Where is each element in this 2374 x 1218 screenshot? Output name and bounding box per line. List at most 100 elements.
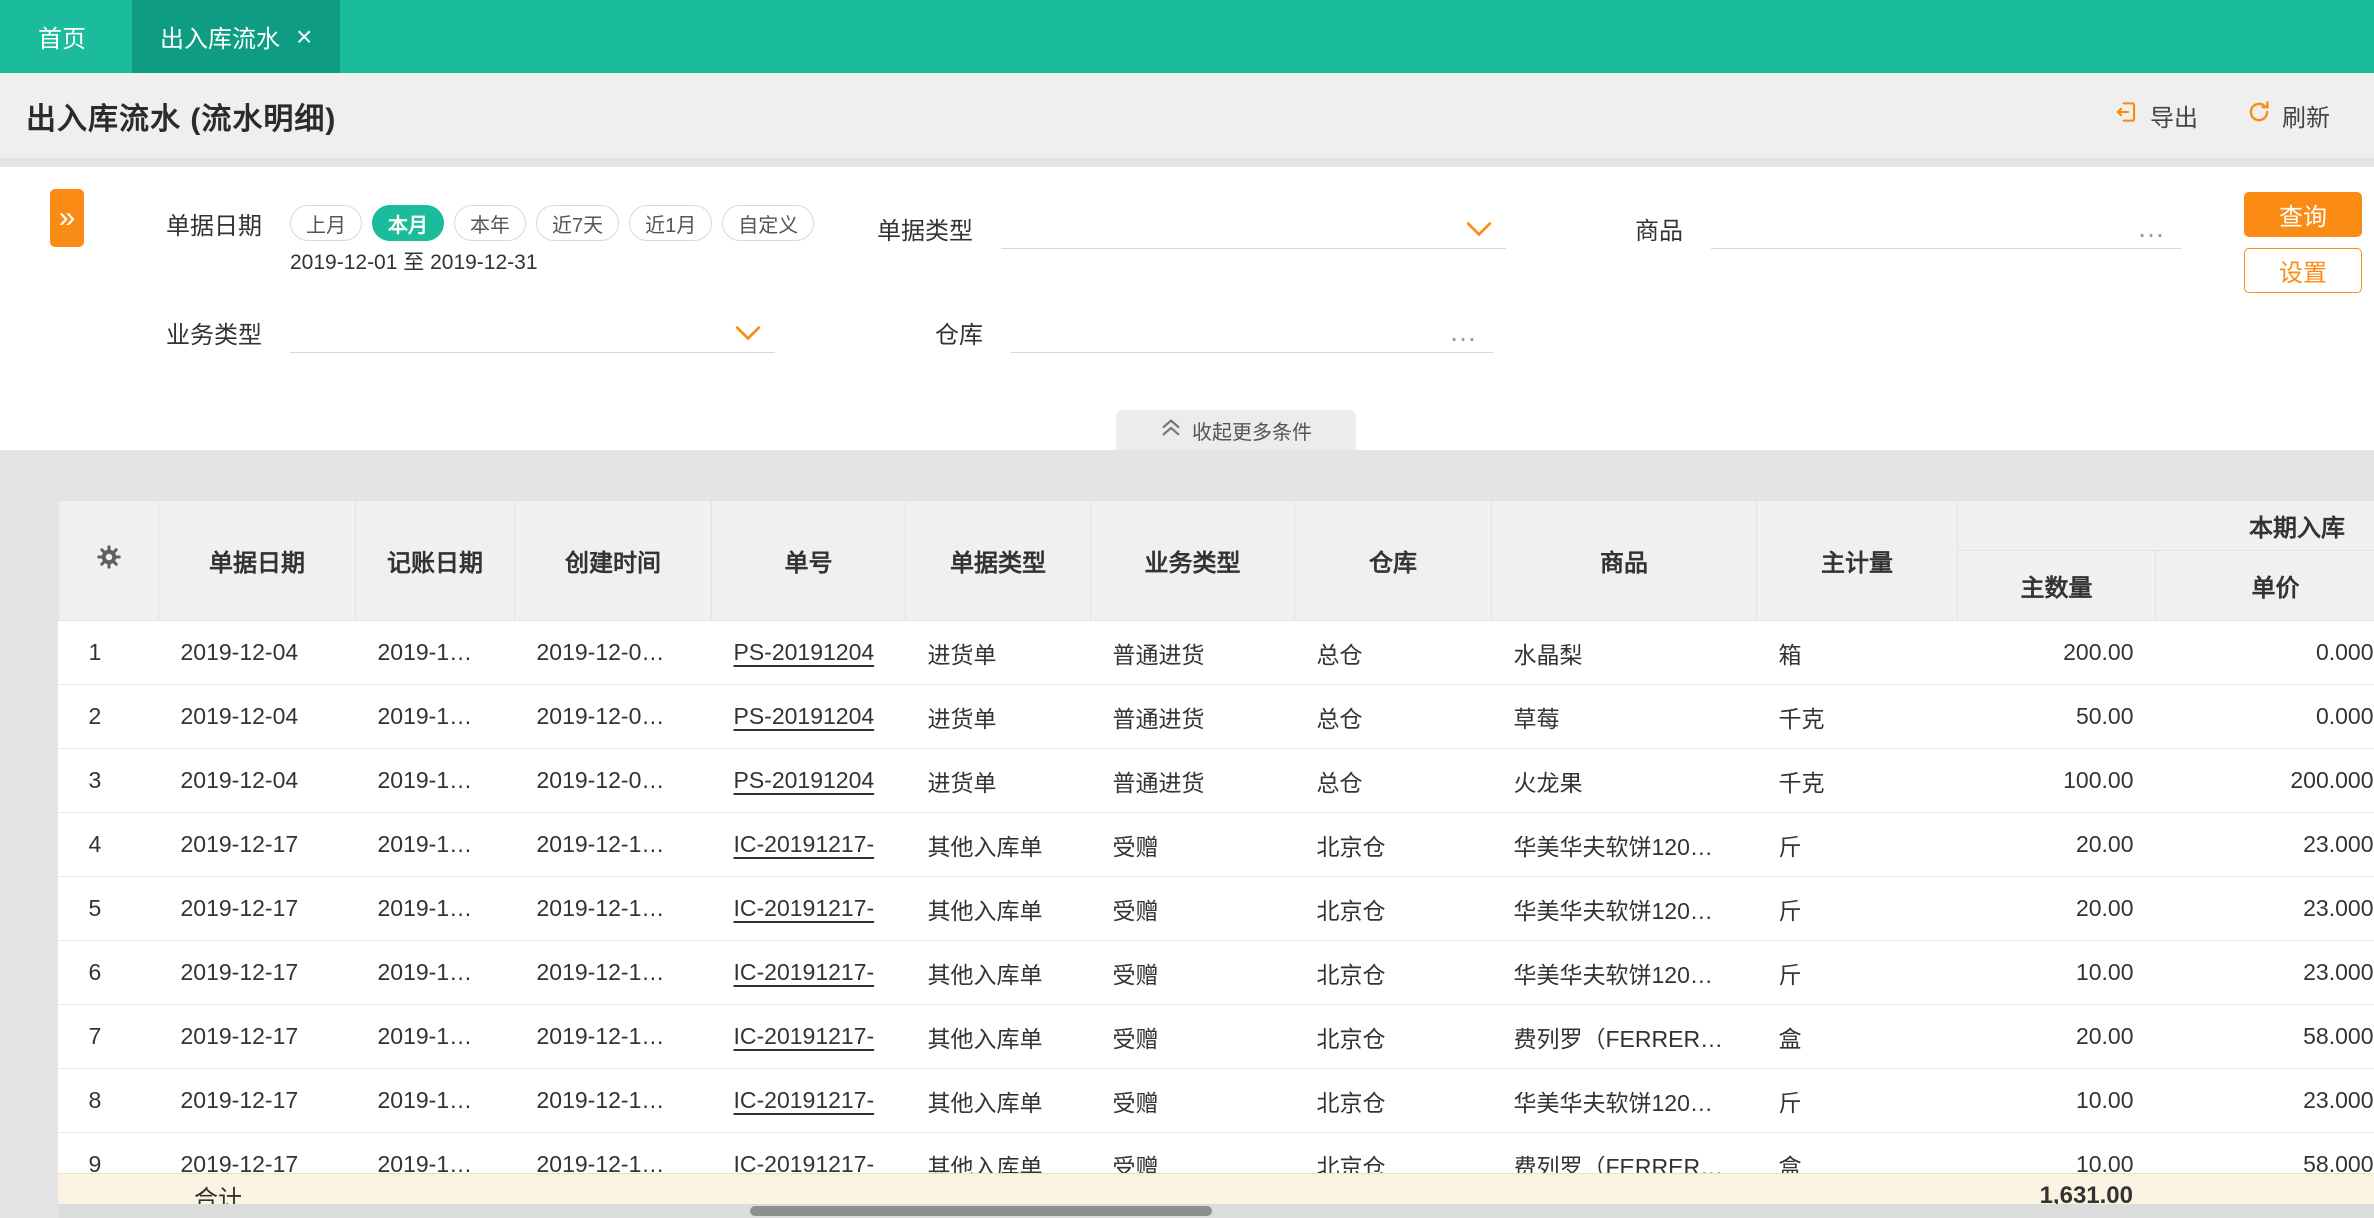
doc-no-link[interactable]: IC-20191217-: [711, 1004, 906, 1069]
col-header-product[interactable]: 商品: [1491, 500, 1757, 621]
col-header-doc-type[interactable]: 单据类型: [905, 500, 1091, 621]
export-label: 导出: [2150, 105, 2198, 132]
product-input[interactable]: …: [1711, 207, 2181, 249]
product-field: 商品 …: [1635, 207, 2181, 249]
doc-no-link[interactable]: IC-20191217-: [711, 940, 906, 1005]
tab-home-label: 首页: [38, 26, 86, 53]
warehouse-input[interactable]: …: [1011, 311, 1493, 353]
cell-doc-type: 其他入库单: [905, 812, 1091, 877]
refresh-icon: [2246, 99, 2272, 132]
close-tab-icon[interactable]: ×: [296, 22, 312, 51]
cell-warehouse: 总仓: [1294, 748, 1492, 813]
table-row[interactable]: 8 2019-12-17 2019-1… 2019-12-1… IC-20191…: [58, 1068, 2374, 1133]
tab-inout-flow[interactable]: 出入库流水 ×: [132, 0, 341, 73]
date-pill[interactable]: 近1月: [629, 205, 713, 241]
table-row[interactable]: 5 2019-12-17 2019-1… 2019-12-1… IC-20191…: [58, 876, 2374, 941]
table-row[interactable]: 7 2019-12-17 2019-1… 2019-12-1… IC-20191…: [58, 1004, 2374, 1069]
warehouse-field: 仓库 …: [935, 311, 1493, 353]
flow-table-panel: 单据日期 记账日期 创建时间 单号 单据类型 业务类型 仓库 商品 主计量 本期…: [58, 500, 2374, 1218]
date-pill[interactable]: 上月: [290, 205, 362, 241]
cell-warehouse: 总仓: [1294, 620, 1492, 685]
row-number: 6: [58, 940, 159, 1005]
cell-doc-date: 2019-12-17: [158, 940, 356, 1005]
refresh-button[interactable]: 刷新: [2246, 98, 2330, 133]
col-header-doc-no[interactable]: 单号: [711, 500, 906, 621]
title-bar: 出入库流水 (流水明细) 导出 刷新: [0, 73, 2374, 159]
doc-no-link[interactable]: PS-20191204: [711, 684, 906, 749]
doc-no-link[interactable]: PS-20191204: [711, 620, 906, 685]
page-title: 出入库流水 (流水明细): [26, 102, 337, 136]
cell-created-time: 2019-12-1…: [514, 1068, 712, 1133]
cell-created-time: 2019-12-0…: [514, 620, 712, 685]
horizontal-scrollbar[interactable]: [58, 1204, 2374, 1218]
doc-no-link[interactable]: PS-20191204: [711, 748, 906, 813]
product-more-icon[interactable]: …: [2137, 212, 2167, 244]
scrollbar-thumb[interactable]: [750, 1206, 1212, 1216]
col-header-warehouse[interactable]: 仓库: [1294, 500, 1492, 621]
row-number: 2: [58, 684, 159, 749]
cell-warehouse: 总仓: [1294, 684, 1492, 749]
cell-biz-type: 普通进货: [1090, 620, 1295, 685]
table-row[interactable]: 4 2019-12-17 2019-1… 2019-12-1… IC-20191…: [58, 812, 2374, 877]
col-header-unit[interactable]: 主计量: [1756, 500, 1958, 621]
col-header-qty[interactable]: 主数量: [1957, 550, 2156, 621]
cell-product: 火龙果: [1491, 748, 1757, 813]
table-row[interactable]: 6 2019-12-17 2019-1… 2019-12-1… IC-20191…: [58, 940, 2374, 1005]
table-row[interactable]: 2 2019-12-04 2019-1… 2019-12-0… PS-20191…: [58, 684, 2374, 749]
col-header-created[interactable]: 创建时间: [514, 500, 712, 621]
cell-doc-type: 进货单: [905, 620, 1091, 685]
col-header-biz-type[interactable]: 业务类型: [1090, 500, 1295, 621]
cell-biz-type: 受赠: [1090, 812, 1295, 877]
cell-created-time: 2019-12-1…: [514, 876, 712, 941]
export-button[interactable]: 导出: [2114, 98, 2198, 133]
row-number: 3: [58, 748, 159, 813]
doc-no-link[interactable]: IC-20191217-: [711, 876, 906, 941]
cell-book-date: 2019-1…: [355, 1068, 515, 1133]
date-pill[interactable]: 本年: [454, 205, 526, 241]
cell-doc-date: 2019-12-04: [158, 620, 356, 685]
date-pill[interactable]: 本月: [372, 205, 444, 241]
table-row[interactable]: 3 2019-12-04 2019-1… 2019-12-0… PS-20191…: [58, 748, 2374, 813]
col-header-book-date[interactable]: 记账日期: [355, 500, 515, 621]
tab-home[interactable]: 首页: [12, 0, 112, 73]
cell-qty: 20.00: [1957, 876, 2156, 941]
cell-book-date: 2019-1…: [355, 876, 515, 941]
cell-price: 23.000: [2155, 876, 2374, 941]
date-pill[interactable]: 近7天: [536, 205, 620, 241]
gear-icon: [96, 545, 121, 569]
doc-no-link[interactable]: IC-20191217-: [711, 812, 906, 877]
col-header-doc-date[interactable]: 单据日期: [158, 500, 356, 621]
warehouse-more-icon[interactable]: …: [1449, 316, 1479, 348]
chevron-down-icon[interactable]: [735, 325, 761, 346]
cell-product: 华美华夫软饼120…: [1491, 1068, 1757, 1133]
filter-panel: » 单据日期 上月 本月 本年 近7天 近1月 自定义 2019-12-01 至 2019…: [0, 167, 2374, 450]
cell-created-time: 2019-12-1…: [514, 1004, 712, 1069]
col-header-price[interactable]: 单价: [2155, 550, 2374, 621]
cell-biz-type: 普通进货: [1090, 684, 1295, 749]
settings-button[interactable]: 设置: [2244, 248, 2362, 293]
date-pill-group: 上月 本月 本年 近7天 近1月 自定义: [290, 205, 815, 241]
biz-type-select[interactable]: [290, 311, 775, 353]
chevron-down-icon[interactable]: [1466, 221, 1492, 242]
date-pill[interactable]: 自定义: [722, 205, 815, 241]
cell-doc-type: 其他入库单: [905, 940, 1091, 1005]
query-button[interactable]: 查询: [2244, 192, 2362, 237]
cell-unit: 斤: [1756, 812, 1958, 877]
cell-biz-type: 受赠: [1090, 1004, 1295, 1069]
row-number: 4: [58, 812, 159, 877]
biz-type-field: 业务类型: [166, 311, 775, 353]
flow-table: 单据日期 记账日期 创建时间 单号 单据类型 业务类型 仓库 商品 主计量 本期…: [58, 500, 2374, 1197]
date-range-value[interactable]: 2019-12-01 至 2019-12-31: [290, 246, 814, 276]
doc-type-select[interactable]: [1001, 207, 1506, 249]
tab-inout-flow-label: 出入库流水: [160, 26, 280, 53]
cell-warehouse: 北京仓: [1294, 1068, 1492, 1133]
collapse-filters-button[interactable]: 收起更多条件: [1116, 410, 1356, 450]
column-settings-button[interactable]: [58, 500, 159, 621]
cell-qty: 10.00: [1957, 1068, 2156, 1133]
table-row[interactable]: 1 2019-12-04 2019-1… 2019-12-0… PS-20191…: [58, 620, 2374, 685]
expand-sidebar-button[interactable]: »: [50, 189, 84, 247]
product-label: 商品: [1635, 217, 1683, 245]
cell-doc-date: 2019-12-04: [158, 748, 356, 813]
doc-no-link[interactable]: IC-20191217-: [711, 1068, 906, 1133]
cell-book-date: 2019-1…: [355, 620, 515, 685]
